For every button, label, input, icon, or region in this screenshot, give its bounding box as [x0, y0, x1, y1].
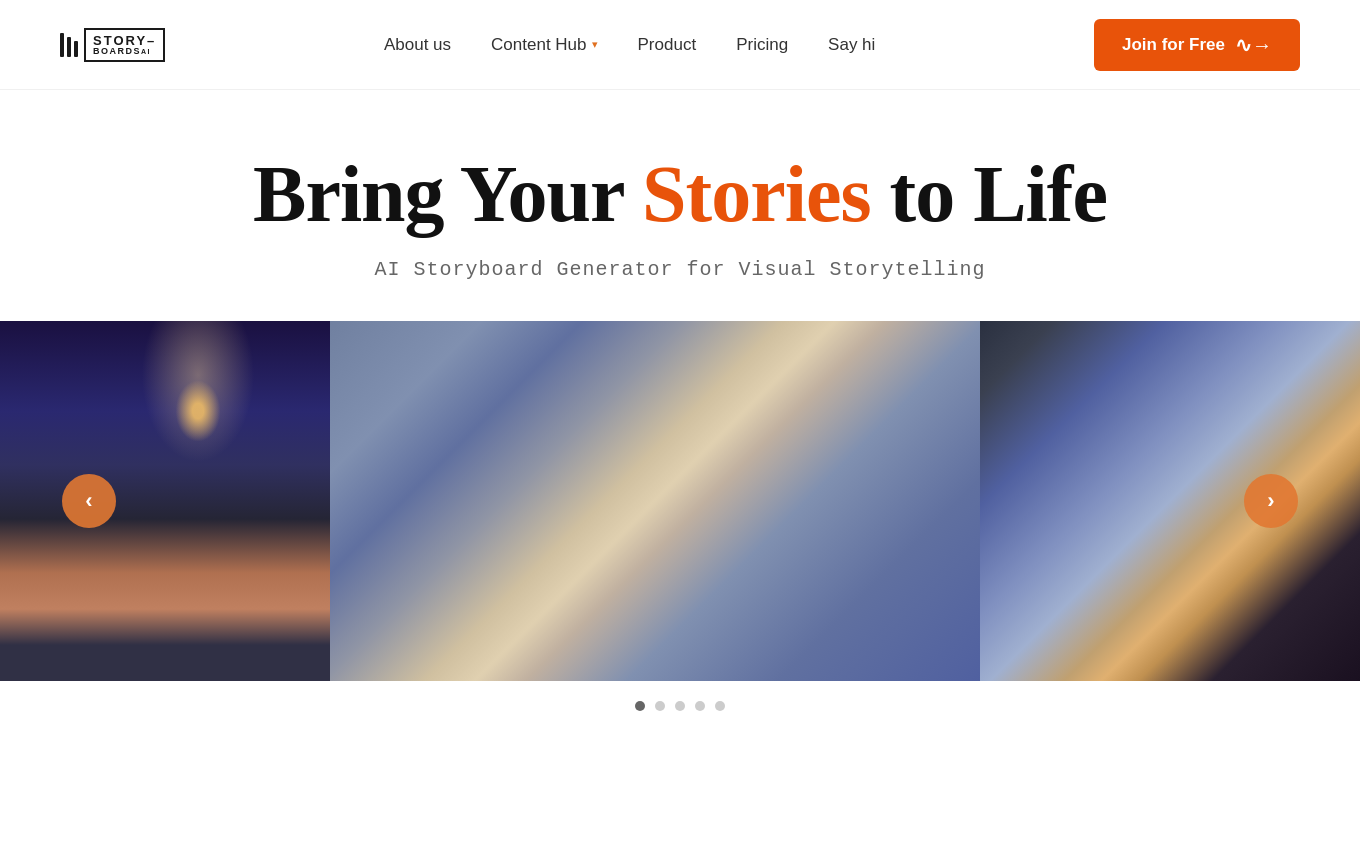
logo-boards-text: BOARDS — [93, 46, 141, 56]
navbar: STORY– BOARDSAI About us Content Hub ▾ P… — [0, 0, 1360, 90]
nav-link-say-hi[interactable]: Say hi — [828, 35, 875, 55]
hero-title-highlight: Stories — [642, 150, 871, 238]
carousel-dot-3[interactable] — [675, 701, 685, 711]
chevron-down-icon: ▾ — [592, 38, 598, 51]
nav-link-content-hub[interactable]: Content Hub ▾ — [491, 35, 597, 55]
logo-text-box: STORY– BOARDSAI — [84, 28, 165, 62]
carousel-image-lighthouse — [0, 321, 330, 681]
join-for-free-button[interactable]: Join for Free ∿→ — [1094, 19, 1300, 71]
carousel-dot-1[interactable] — [635, 701, 645, 711]
logo[interactable]: STORY– BOARDSAI — [60, 28, 165, 62]
carousel-dot-2[interactable] — [655, 701, 665, 711]
logo-bars-icon — [60, 33, 78, 57]
carousel-next-button[interactable]: › — [1244, 474, 1298, 528]
logo-bar-3 — [74, 41, 78, 57]
prev-arrow-icon: ‹ — [85, 488, 92, 514]
nav-link-content-hub-label: Content Hub — [491, 35, 586, 55]
logo-ai-text: AI — [141, 48, 151, 55]
logo-icon: STORY– BOARDSAI — [60, 28, 165, 62]
join-btn-label: Join for Free — [1122, 35, 1225, 55]
carousel-image-rainy-window — [980, 321, 1360, 681]
logo-text-boards: BOARDSAI — [93, 47, 156, 56]
carousel-prev-button[interactable]: ‹ — [62, 474, 116, 528]
hero-subtitle: AI Storyboard Generator for Visual Story… — [20, 258, 1340, 281]
carousel-dot-4[interactable] — [695, 701, 705, 711]
nav-item-product[interactable]: Product — [638, 35, 697, 55]
carousel-item-center — [330, 321, 980, 681]
carousel-dot-5[interactable] — [715, 701, 725, 711]
hero-section: Bring Your Stories to Life AI Storyboard… — [0, 90, 1360, 321]
arrow-icon: ∿→ — [1235, 33, 1272, 57]
nav-link-product[interactable]: Product — [638, 35, 697, 55]
hero-title-suffix: to Life — [871, 150, 1107, 238]
carousel-dots — [0, 681, 1360, 731]
nav-links: About us Content Hub ▾ Product Pricing S… — [165, 35, 1094, 55]
carousel: ‹ › — [0, 321, 1360, 681]
nav-link-pricing[interactable]: Pricing — [736, 35, 788, 55]
nav-item-pricing[interactable]: Pricing — [736, 35, 788, 55]
nav-item-say-hi[interactable]: Say hi — [828, 35, 875, 55]
logo-bar-1 — [60, 33, 64, 57]
carousel-item-left — [0, 321, 330, 681]
nav-item-about-us[interactable]: About us — [384, 35, 451, 55]
next-arrow-icon: › — [1267, 488, 1274, 514]
carousel-image-old-man — [330, 321, 980, 681]
carousel-track — [0, 321, 1360, 681]
logo-bar-2 — [67, 37, 71, 57]
nav-link-about-us[interactable]: About us — [384, 35, 451, 55]
hero-title: Bring Your Stories to Life — [20, 150, 1340, 238]
carousel-item-right — [980, 321, 1360, 681]
hero-title-prefix: Bring Your — [253, 150, 642, 238]
nav-item-content-hub[interactable]: Content Hub ▾ — [491, 35, 597, 55]
